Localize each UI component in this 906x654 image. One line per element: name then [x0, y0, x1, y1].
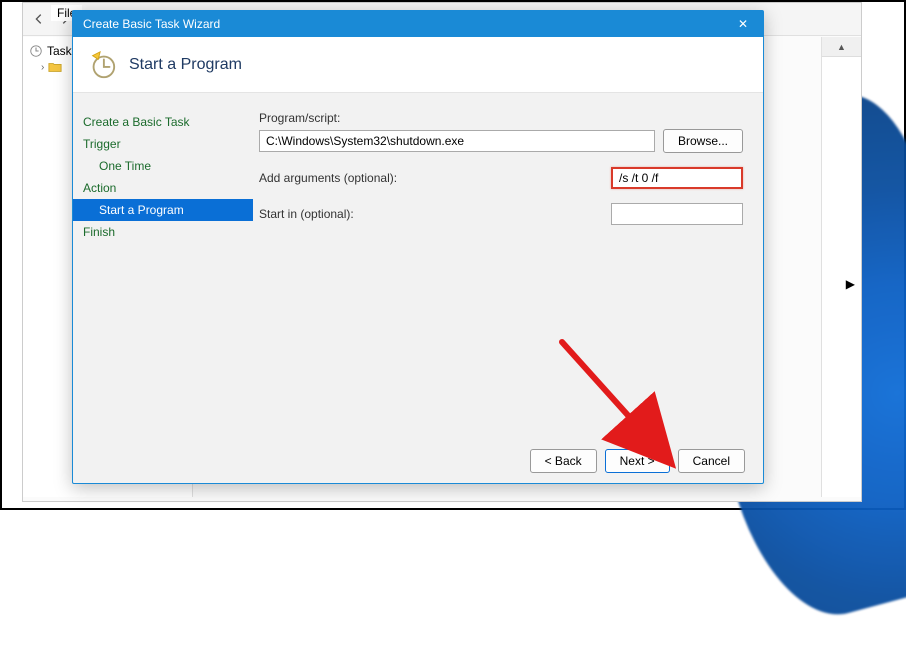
program-label: Program/script:: [259, 111, 743, 125]
window-title: Create Basic Task Wizard: [83, 17, 220, 31]
arguments-input[interactable]: [611, 167, 743, 189]
clock-icon: [29, 44, 43, 58]
cancel-button[interactable]: Cancel: [678, 449, 745, 473]
start-in-input[interactable]: [611, 203, 743, 225]
step-finish[interactable]: Finish: [73, 221, 253, 243]
step-action[interactable]: Action: [73, 177, 253, 199]
wizard-buttons: < Back Next > Cancel: [73, 439, 763, 483]
actions-panel: ▲ ▶: [821, 37, 861, 497]
program-script-input[interactable]: [259, 130, 655, 152]
step-one-time[interactable]: One Time: [73, 155, 253, 177]
folder-icon: [48, 60, 62, 74]
chevron-up-icon: ▲: [837, 42, 846, 52]
create-basic-task-wizard: Create Basic Task Wizard ✕ Start a Progr…: [72, 10, 764, 484]
nav-back-icon[interactable]: [27, 7, 51, 31]
titlebar[interactable]: Create Basic Task Wizard ✕: [73, 11, 763, 37]
back-button[interactable]: < Back: [530, 449, 597, 473]
wizard-steps-nav: Create a Basic Task Trigger One Time Act…: [73, 93, 253, 439]
chevron-right-icon: ▶: [846, 277, 855, 291]
expand-icon[interactable]: ›: [41, 62, 44, 73]
wizard-form: Program/script: Browse... Add arguments …: [253, 93, 763, 439]
step-trigger[interactable]: Trigger: [73, 133, 253, 155]
arguments-label: Add arguments (optional):: [259, 171, 601, 185]
step-start-a-program[interactable]: Start a Program: [73, 199, 253, 221]
close-icon: ✕: [738, 17, 748, 31]
browse-button[interactable]: Browse...: [663, 129, 743, 153]
close-button[interactable]: ✕: [723, 11, 763, 37]
page-heading: Start a Program: [129, 56, 242, 74]
step-create-basic-task[interactable]: Create a Basic Task: [73, 111, 253, 133]
scroll-up-button[interactable]: ▲: [822, 37, 861, 57]
wizard-clock-icon: [87, 50, 117, 80]
next-button[interactable]: Next >: [605, 449, 670, 473]
wizard-header: Start a Program: [73, 37, 763, 93]
start-in-label: Start in (optional):: [259, 207, 601, 221]
